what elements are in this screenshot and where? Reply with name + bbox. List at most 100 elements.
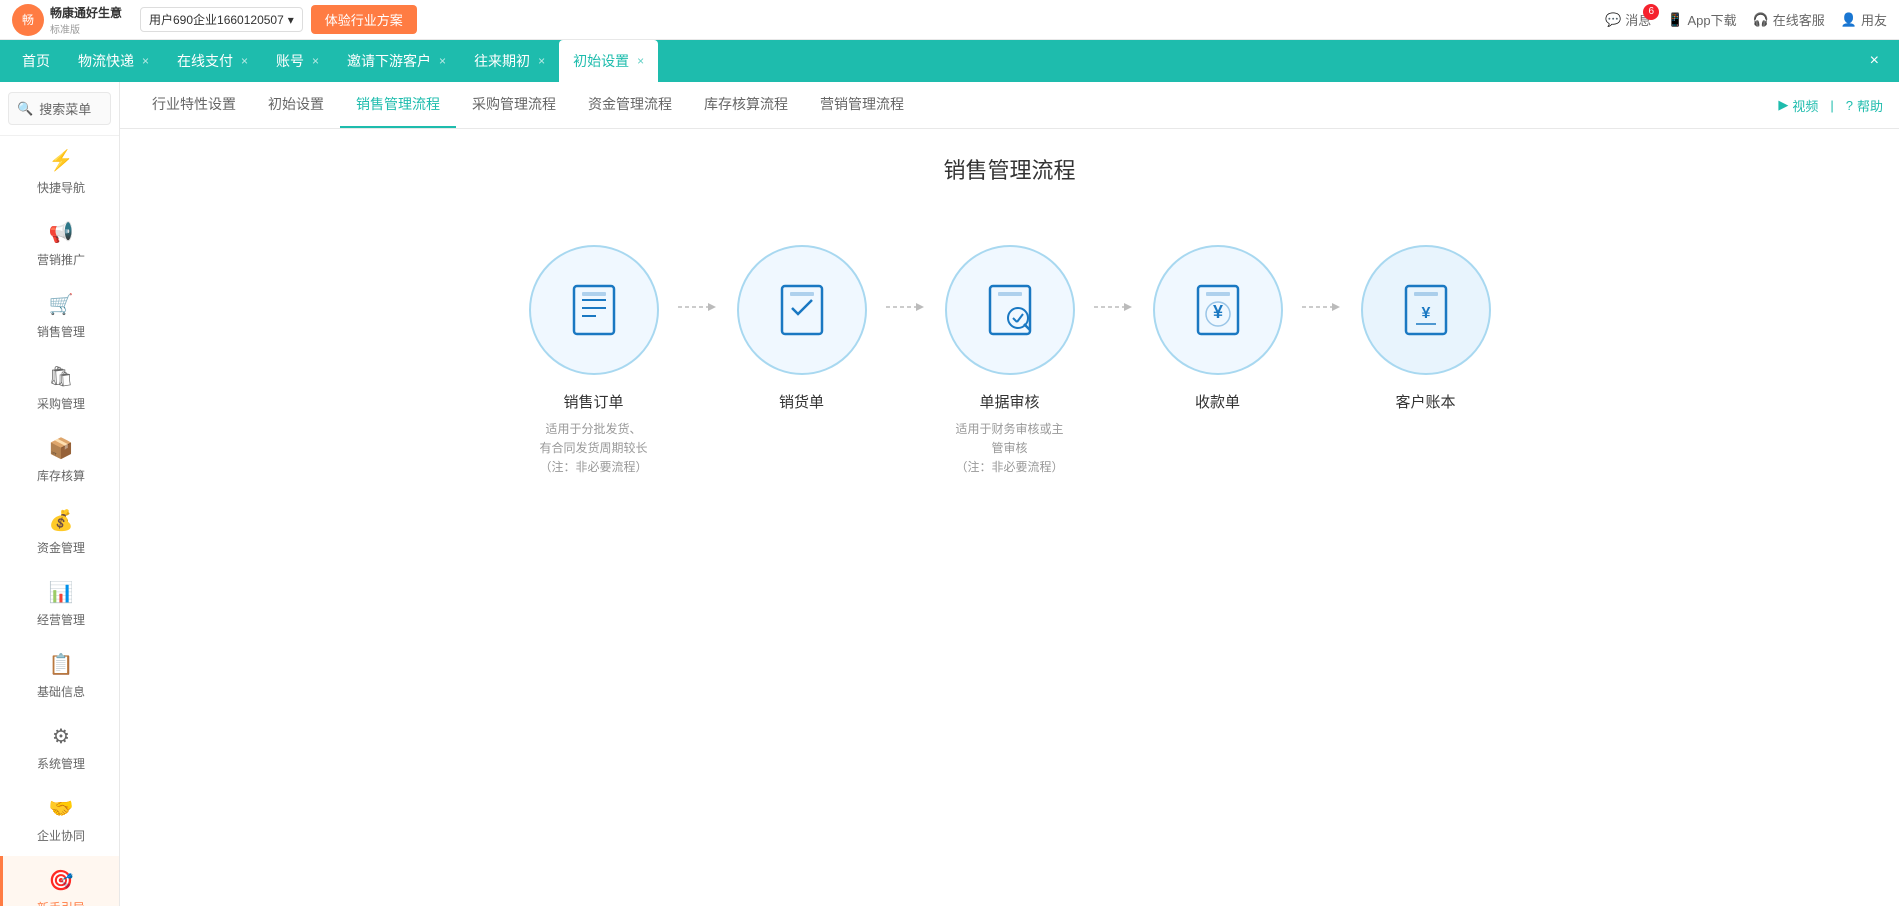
system-icon: ⚙ [52, 724, 70, 749]
guide-icon: 🎯 [49, 868, 74, 893]
flow-desc-audit: 适用于财务审核或主管审核（注：非必要流程） [955, 420, 1063, 478]
flow-label-sales-order: 销售订单 [563, 391, 623, 412]
sidebar-item-quick-nav[interactable]: ⚡ 快捷导航 [0, 136, 119, 208]
close-icon[interactable]: × [439, 54, 446, 68]
tab-period[interactable]: 往来期初 × [460, 40, 559, 82]
sidebar: 🔍 搜索菜单 ⚡ 快捷导航 📢 营销推广 🛒 销售管理 🛍 采购管理 📦 库存核… [0, 82, 120, 906]
flow-circle-receipt[interactable]: ¥ [1153, 245, 1283, 375]
delivery-icon [772, 280, 832, 340]
nav-tabs: 首页 物流快递 × 在线支付 × 账号 × 邀请下游客户 × 往来期初 × 初始… [0, 40, 1899, 82]
sidebar-item-inventory[interactable]: 📦 库存核算 [0, 424, 119, 496]
sidebar-item-marketing[interactable]: 📢 营销推广 [0, 208, 119, 280]
sales-icon: 🛒 [49, 292, 74, 317]
sidebar-item-operations[interactable]: 📊 经营管理 [0, 568, 119, 640]
svg-text:¥: ¥ [1421, 305, 1430, 322]
sub-tab-industry[interactable]: 行业特性设置 [136, 82, 252, 128]
top-bar: 畅 畅康通好生意 标准版 用户690企业1660120507 ▾ 体验行业方案 … [0, 0, 1899, 40]
flow-item-audit: 单据审核 适用于财务审核或主管审核（注：非必要流程） [930, 245, 1090, 478]
sidebar-item-sales[interactable]: 🛒 销售管理 [0, 280, 119, 352]
sub-tab-sales-flow[interactable]: 销售管理流程 [340, 82, 456, 128]
sidebar-item-finance[interactable]: 💰 资金管理 [0, 496, 119, 568]
tab-invite[interactable]: 邀请下游客户 × [333, 40, 460, 82]
flow-item-sales-order: 销售订单 适用于分批发货、有合同发货周期较长（注：非必要流程） [514, 245, 674, 478]
flow-circle-ledger[interactable]: ¥ [1361, 245, 1491, 375]
logo-text: 畅康通好生意 标准版 [50, 4, 122, 36]
purchase-icon: 🛍 [48, 364, 73, 389]
app-download-button[interactable]: 📱 App下载 [1667, 10, 1736, 29]
operations-icon: 📊 [49, 580, 74, 605]
top-bar-left: 畅 畅康通好生意 标准版 用户690企业1660120507 ▾ 体验行业方案 [12, 4, 417, 36]
flow-item-ledger: ¥ 客户账本 [1346, 245, 1506, 420]
sub-tab-marketing-flow[interactable]: 营销管理流程 [804, 82, 920, 128]
content-area: 行业特性设置 初始设置 销售管理流程 采购管理流程 资金管理流程 库存核算流程 … [120, 82, 1899, 906]
flow-arrow-3 [1094, 245, 1134, 317]
play-icon: ▶ [1778, 97, 1788, 113]
sidebar-item-system[interactable]: ⚙ 系统管理 [0, 712, 119, 784]
tab-account[interactable]: 账号 × [262, 40, 333, 82]
finance-icon: 💰 [49, 508, 74, 533]
main-layout: 🔍 搜索菜单 ⚡ 快捷导航 📢 营销推广 🛒 销售管理 🛍 采购管理 📦 库存核… [0, 82, 1899, 906]
help-button[interactable]: ? 帮助 [1846, 96, 1883, 115]
message-badge: 6 [1643, 4, 1659, 20]
arrow-icon [678, 297, 718, 317]
flow-item-receipt: ¥ 收款单 [1138, 245, 1298, 420]
tab-payment[interactable]: 在线支付 × [163, 40, 262, 82]
phone-icon: 📱 [1667, 12, 1683, 28]
flow-label-ledger: 客户账本 [1395, 391, 1455, 412]
top-bar-right: 💬 消息 6 📱 App下载 🎧 在线客服 👤 用友 [1605, 10, 1887, 29]
window-close-button[interactable]: × [1858, 52, 1891, 70]
flow-desc-sales-order: 适用于分批发货、有合同发货周期较长（注：非必要流程） [539, 420, 647, 478]
sub-tabs: 行业特性设置 初始设置 销售管理流程 采购管理流程 资金管理流程 库存核算流程 … [120, 82, 1899, 129]
flow-item-delivery: 销货单 [722, 245, 882, 420]
online-service-button[interactable]: 🎧 在线客服 [1753, 10, 1825, 29]
flow-circle-sales-order[interactable] [529, 245, 659, 375]
search-button[interactable]: 🔍 搜索菜单 [8, 92, 111, 125]
marketing-icon: 📢 [49, 220, 74, 245]
close-icon[interactable]: × [637, 54, 644, 68]
trial-button[interactable]: 体验行业方案 [311, 5, 417, 34]
close-icon[interactable]: × [312, 54, 319, 68]
arrow-icon [886, 297, 926, 317]
message-button[interactable]: 💬 消息 6 [1605, 10, 1651, 29]
basic-info-icon: 📋 [49, 652, 74, 677]
page-title: 销售管理流程 [943, 153, 1075, 185]
ledger-icon: ¥ [1396, 280, 1456, 340]
close-icon[interactable]: × [241, 54, 248, 68]
logo-area: 畅 畅康通好生意 标准版 [12, 4, 132, 36]
audit-icon [980, 280, 1040, 340]
close-icon[interactable]: × [142, 54, 149, 68]
tab-initial-setup[interactable]: 初始设置 × [559, 40, 658, 82]
sub-tab-actions: ▶ 视频 | ? 帮助 [1778, 96, 1883, 115]
user-button[interactable]: 👤 用友 [1841, 10, 1887, 29]
arrow-icon [1094, 297, 1134, 317]
flow-arrow-4 [1302, 245, 1342, 317]
page-content: 销售管理流程 销售订单 适用于分批发货、有合同 [120, 129, 1899, 906]
user-avatar-icon: 👤 [1841, 12, 1857, 28]
tab-home[interactable]: 首页 [8, 40, 64, 82]
sub-tab-inventory-flow[interactable]: 库存核算流程 [688, 82, 804, 128]
sub-tab-purchase-flow[interactable]: 采购管理流程 [456, 82, 572, 128]
user-select[interactable]: 用户690企业1660120507 ▾ [140, 7, 303, 32]
message-icon: 💬 [1605, 12, 1621, 28]
search-icon: 🔍 [17, 101, 33, 117]
sidebar-item-guide[interactable]: 🎯 新手引导 [0, 856, 119, 906]
sub-tab-finance-flow[interactable]: 资金管理流程 [572, 82, 688, 128]
inventory-icon: 📦 [49, 436, 74, 461]
enterprise-icon: 🤝 [49, 796, 74, 821]
arrow-icon [1302, 297, 1342, 317]
sidebar-item-purchase[interactable]: 🛍 采购管理 [0, 352, 119, 424]
tab-logistics[interactable]: 物流快递 × [64, 40, 163, 82]
headset-icon: 🎧 [1753, 12, 1769, 28]
chevron-down-icon: ▾ [288, 13, 294, 27]
flow-circle-delivery[interactable] [737, 245, 867, 375]
sidebar-search-area: 🔍 搜索菜单 [0, 82, 119, 136]
flow-circle-audit[interactable] [945, 245, 1075, 375]
video-button[interactable]: ▶ 视频 [1778, 96, 1818, 115]
sidebar-item-enterprise[interactable]: 🤝 企业协同 [0, 784, 119, 856]
sub-tab-initial[interactable]: 初始设置 [252, 82, 340, 128]
sidebar-item-basic-info[interactable]: 📋 基础信息 [0, 640, 119, 712]
flow-label-delivery: 销货单 [779, 391, 824, 412]
flow-label-receipt: 收款单 [1195, 391, 1240, 412]
flow-diagram: 销售订单 适用于分批发货、有合同发货周期较长（注：非必要流程） [144, 245, 1875, 478]
close-icon[interactable]: × [538, 54, 545, 68]
